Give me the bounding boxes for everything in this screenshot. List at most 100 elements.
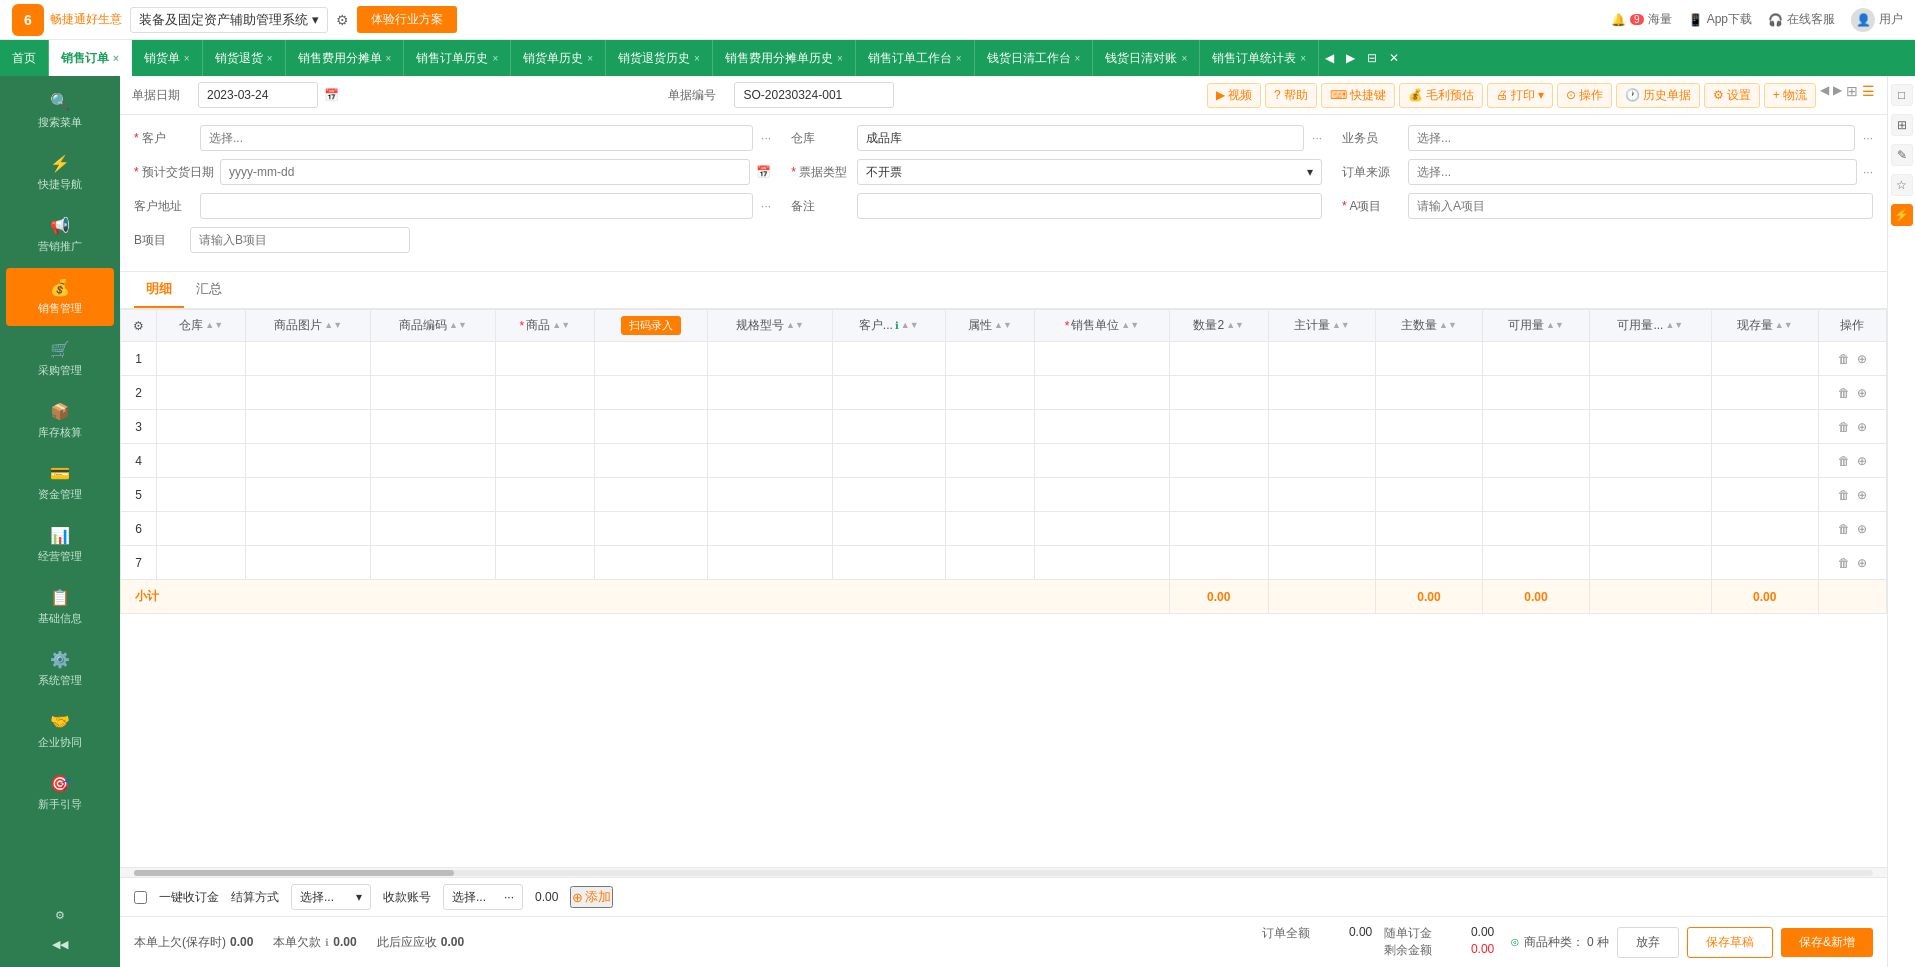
row-current[interactable] — [1711, 444, 1818, 478]
online-service-item[interactable]: 🎧 在线客服 — [1768, 11, 1835, 28]
row-product[interactable] — [495, 376, 594, 410]
warehouse-input[interactable] — [857, 125, 1304, 151]
row-attr[interactable] — [945, 342, 1034, 376]
scrollbar-track[interactable] — [134, 870, 1873, 876]
tab-summary[interactable]: 汇总 — [184, 272, 234, 308]
row-code[interactable] — [371, 342, 496, 376]
row-unit[interactable] — [1035, 546, 1169, 580]
col-scan[interactable]: 扫码录入 — [594, 310, 707, 342]
close-icon[interactable]: × — [267, 53, 273, 64]
invoice-type-select[interactable]: 不开票 ▾ — [857, 159, 1322, 185]
tab-order-stats[interactable]: 销售订单统计表 × — [1200, 40, 1319, 76]
order-source-more-icon[interactable]: ··· — [1863, 165, 1873, 179]
close-icon[interactable]: × — [113, 53, 119, 64]
row-product[interactable] — [495, 444, 594, 478]
calendar-icon[interactable]: 📅 — [324, 88, 339, 102]
sidebar-item-quicknav[interactable]: ⚡ 快捷导航 — [6, 144, 114, 202]
copy-icon[interactable]: ⊕ — [1857, 386, 1867, 400]
row-qty2[interactable] — [1169, 342, 1268, 376]
discard-button[interactable]: 放弃 — [1617, 927, 1679, 958]
debt-info-icon[interactable]: ℹ — [325, 937, 329, 948]
row-action[interactable]: 🗑 ⊕ — [1818, 376, 1886, 410]
row-attr[interactable] — [945, 478, 1034, 512]
row-current[interactable] — [1711, 410, 1818, 444]
address-input[interactable] — [200, 193, 753, 219]
note-input[interactable] — [857, 193, 1322, 219]
row-attr[interactable] — [945, 444, 1034, 478]
col-main-qty[interactable]: 主数量▲▼ — [1375, 310, 1482, 342]
col-main-measure[interactable]: 主计量▲▼ — [1268, 310, 1375, 342]
row-main-qty[interactable] — [1375, 376, 1482, 410]
more-icon[interactable]: ··· — [504, 890, 514, 904]
tab-daily-reconcile[interactable]: 钱货日清对账 × — [1093, 40, 1200, 76]
a-project-input[interactable] — [1408, 193, 1873, 219]
delete-icon[interactable]: 🗑 — [1838, 352, 1850, 366]
tab-expense-history[interactable]: 销售费用分摊单历史 × — [713, 40, 856, 76]
close-icon[interactable]: × — [1181, 53, 1187, 64]
tabs-right-arrow[interactable]: ▶ — [1340, 51, 1361, 65]
row-warehouse[interactable] — [157, 478, 246, 512]
row-attr[interactable] — [945, 546, 1034, 580]
row-product[interactable] — [495, 546, 594, 580]
row-attr[interactable] — [945, 376, 1034, 410]
delete-icon[interactable]: 🗑 — [1838, 488, 1850, 502]
row-code[interactable] — [371, 410, 496, 444]
close-icon[interactable]: × — [492, 53, 498, 64]
sidebar-collapse[interactable]: ◀◀ — [0, 930, 120, 959]
row-main-measure[interactable] — [1268, 478, 1375, 512]
customer-more-icon[interactable]: ··· — [761, 131, 771, 145]
copy-icon[interactable]: ⊕ — [1857, 352, 1867, 366]
row-unit[interactable] — [1035, 376, 1169, 410]
close-icon[interactable]: × — [386, 53, 392, 64]
customer-input[interactable] — [200, 125, 753, 151]
staff-more-icon[interactable]: ··· — [1863, 131, 1873, 145]
row-qty2[interactable] — [1169, 410, 1268, 444]
tabs-close-icon[interactable]: ✕ — [1383, 51, 1405, 65]
product-type-icon[interactable]: ⊙ — [1510, 935, 1520, 949]
row-action[interactable]: 🗑 ⊕ — [1818, 444, 1886, 478]
row-available[interactable] — [1482, 444, 1589, 478]
right-icon-3[interactable]: ✎ — [1891, 144, 1913, 166]
right-icon-5[interactable]: ⚡ — [1891, 204, 1913, 226]
row-customer-code[interactable] — [832, 512, 945, 546]
row-spec[interactable] — [708, 410, 833, 444]
row-attr[interactable] — [945, 512, 1034, 546]
row-unit[interactable] — [1035, 478, 1169, 512]
row-spec[interactable] — [708, 342, 833, 376]
grid-view-icon[interactable]: ⊞ — [1846, 83, 1858, 108]
row-main-measure[interactable] — [1268, 512, 1375, 546]
row-main-measure[interactable] — [1268, 376, 1375, 410]
row-product[interactable] — [495, 512, 594, 546]
row-available2[interactable] — [1589, 546, 1711, 580]
col-product[interactable]: *商品▲▼ — [495, 310, 594, 342]
row-qty2[interactable] — [1169, 376, 1268, 410]
col-available[interactable]: 可用量▲▼ — [1482, 310, 1589, 342]
row-unit[interactable] — [1035, 444, 1169, 478]
tab-goods-history[interactable]: 销货单历史 × — [511, 40, 606, 76]
row-customer-code[interactable] — [832, 342, 945, 376]
close-icon[interactable]: × — [1075, 53, 1081, 64]
copy-icon[interactable]: ⊕ — [1857, 454, 1867, 468]
row-available2[interactable] — [1589, 376, 1711, 410]
row-main-qty[interactable] — [1375, 410, 1482, 444]
row-main-measure[interactable] — [1268, 546, 1375, 580]
col-image[interactable]: 商品图片▲▼ — [246, 310, 371, 342]
row-customer-code[interactable] — [832, 444, 945, 478]
app-download-item[interactable]: 📱 App下载 — [1688, 11, 1752, 28]
user-item[interactable]: 👤 用户 — [1851, 8, 1903, 32]
payment-method-select[interactable]: 选择... ▾ — [291, 884, 371, 910]
col-attr[interactable]: 属性▲▼ — [945, 310, 1034, 342]
row-available[interactable] — [1482, 376, 1589, 410]
add-material-btn[interactable]: + 物流 — [1764, 83, 1816, 108]
shortcut-btn[interactable]: ⌨ 快捷键 — [1321, 83, 1395, 108]
row-warehouse[interactable] — [157, 410, 246, 444]
row-qty2[interactable] — [1169, 546, 1268, 580]
row-main-measure[interactable] — [1268, 342, 1375, 376]
row-customer-code[interactable] — [832, 478, 945, 512]
help-btn[interactable]: ? 帮助 — [1265, 83, 1317, 108]
row-product[interactable] — [495, 410, 594, 444]
staff-input[interactable] — [1408, 125, 1855, 151]
copy-icon[interactable]: ⊕ — [1857, 420, 1867, 434]
sidebar-item-search[interactable]: 🔍 搜索菜单 — [6, 82, 114, 140]
row-available2[interactable] — [1589, 512, 1711, 546]
